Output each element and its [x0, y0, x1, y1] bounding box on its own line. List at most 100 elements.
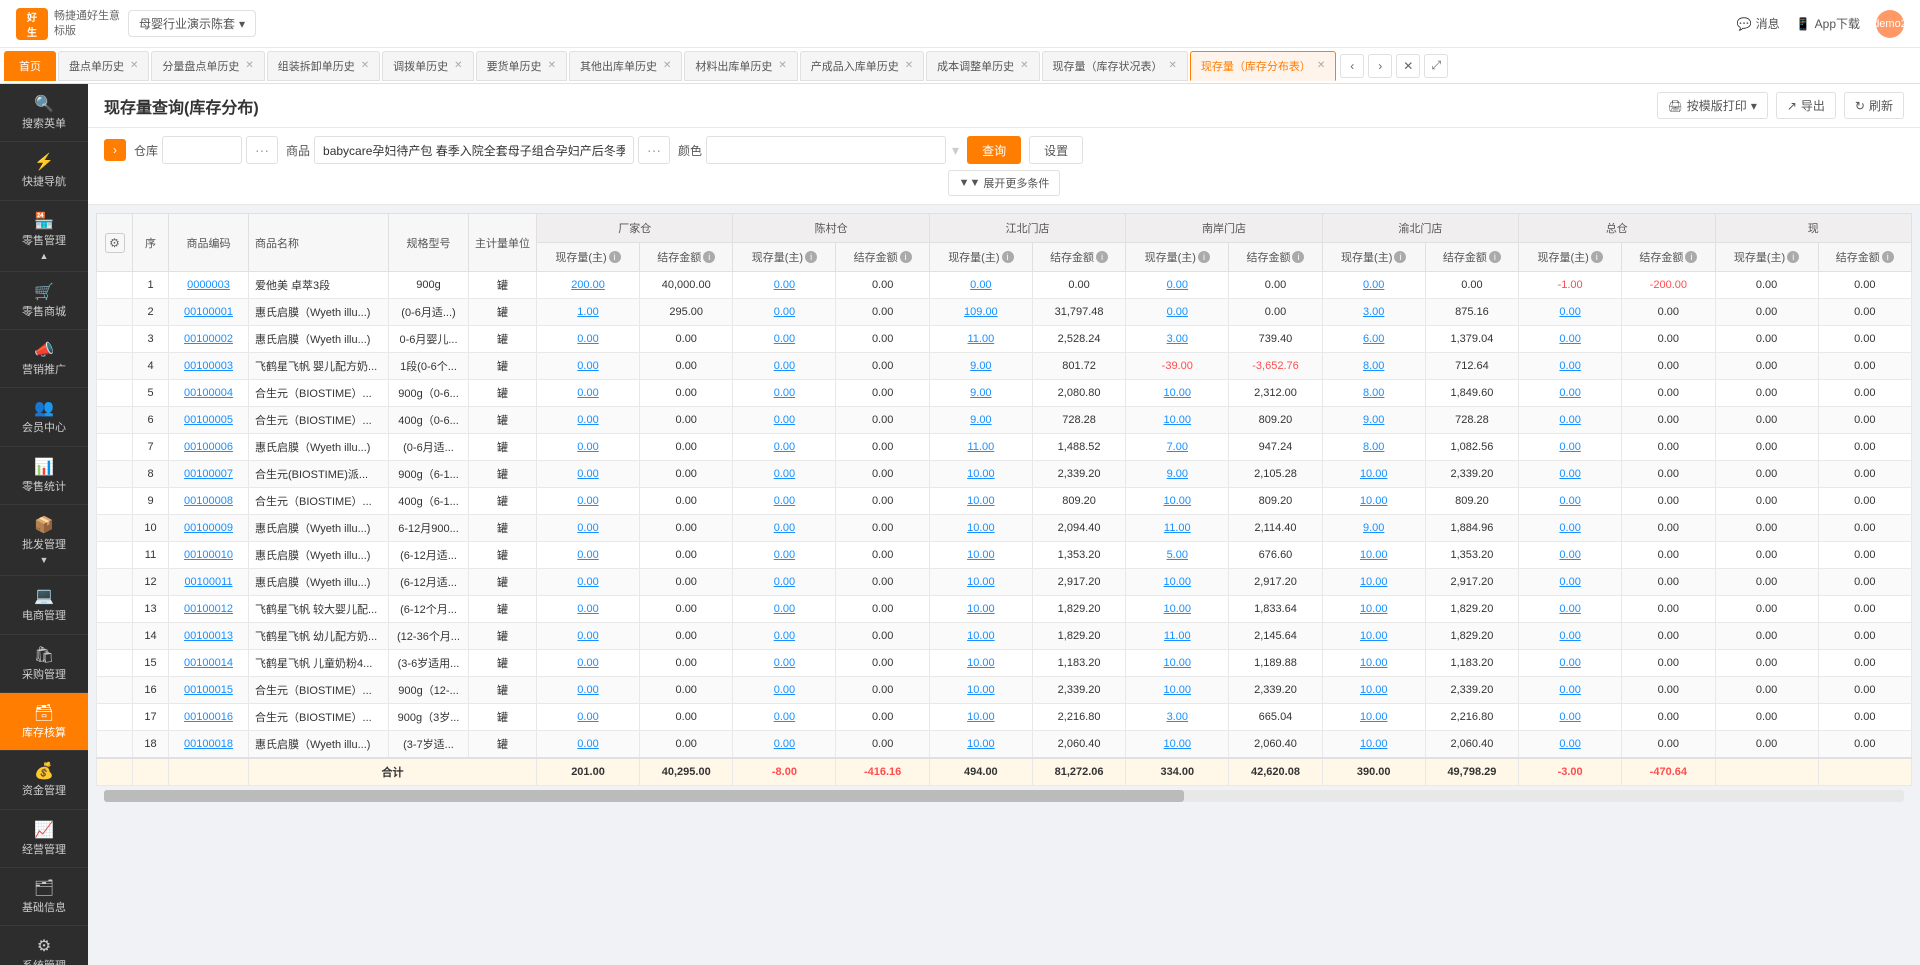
tab-product-in[interactable]: 产成品入库单历史 ✕: [800, 51, 924, 81]
table-row: 200100001惠氏启膜（Wyeth illu...)(0-6月适...)罐1…: [97, 299, 1912, 326]
tab-close-stock-status[interactable]: ✕: [1169, 60, 1177, 71]
tab-close-other-out[interactable]: ✕: [663, 60, 671, 71]
warehouse-ellipsis-btn[interactable]: ···: [246, 136, 278, 164]
current-amt-info-icon[interactable]: i: [1882, 251, 1894, 263]
sidebar-item-stats[interactable]: 📊 零售统计: [0, 447, 88, 505]
print-btn[interactable]: 🖨 按模版打印 ▾: [1657, 92, 1768, 119]
factory-qty-header: 现存量(主)i: [537, 243, 640, 272]
sidebar-item-system[interactable]: ⚙ 系统管理: [0, 926, 88, 965]
header-row-1: ⚙ 序 商品编码 商品名称 规格型号 主计量单位 厂家仓 陈村仓 江北门店 南岸…: [97, 214, 1912, 243]
tab-assembly[interactable]: 组装拆卸单历史 ✕: [267, 51, 380, 81]
sidebar-item-member[interactable]: 👥 会员中心: [0, 388, 88, 446]
query-btn[interactable]: 查询: [967, 136, 1021, 164]
chevron-icon: ▲: [40, 251, 49, 261]
filter-collapse-btn[interactable]: ›: [104, 139, 126, 161]
chennan-amt-header: 结存金额i: [836, 243, 929, 272]
stock-icon: 🗃: [34, 703, 54, 723]
tab-cost-adjust[interactable]: 成本调整单历史 ✕: [926, 51, 1039, 81]
sidebar-item-base[interactable]: 🗂 基础信息: [0, 868, 88, 926]
sidebar-item-retail-shop[interactable]: 🛒 零售商城: [0, 272, 88, 330]
tab-close-inventory2[interactable]: ✕: [245, 60, 253, 71]
sidebar-item-marketing[interactable]: 📣 营销推广: [0, 330, 88, 388]
factory-amt-info-icon[interactable]: i: [703, 251, 715, 263]
tab-prev-btn[interactable]: ‹: [1340, 54, 1364, 78]
tab-material-out[interactable]: 材料出库单历史 ✕: [684, 51, 797, 81]
goods-ellipsis-btn[interactable]: ···: [638, 136, 670, 164]
sidebar-item-ops[interactable]: 📈 经营管理: [0, 810, 88, 868]
sidebar-item-ecommerce[interactable]: 💻 电商管理: [0, 576, 88, 634]
goods-input[interactable]: [314, 136, 634, 164]
sidebar-item-search[interactable]: 🔍 搜索英单: [0, 84, 88, 142]
nanan-amt-info-icon[interactable]: i: [1292, 251, 1304, 263]
ops-icon: 📈: [34, 820, 54, 840]
message-action[interactable]: 💬 消息: [1737, 15, 1780, 32]
lightning-icon: ⚡: [34, 152, 54, 172]
expand-icon: ▼▼: [959, 177, 981, 189]
tab-close-all-btn[interactable]: ✕: [1396, 54, 1420, 78]
export-btn[interactable]: ↗ 导出: [1776, 92, 1836, 119]
chennan-amt-info-icon[interactable]: i: [900, 251, 912, 263]
sidebar-item-purchase[interactable]: 🛍 采购管理: [0, 635, 88, 693]
current-qty-header: 现存量(主)i: [1715, 243, 1818, 272]
top-bar-left: 好生 畅捷通好生意 标版 母婴行业演示陈套 ▾: [16, 8, 256, 40]
factory-qty-info-icon[interactable]: i: [609, 251, 621, 263]
total-amt-info-icon[interactable]: i: [1685, 251, 1697, 263]
table-container[interactable]: ⚙ 序 商品编码 商品名称 规格型号 主计量单位 厂家仓 陈村仓 江北门店 南岸…: [88, 205, 1920, 965]
settings-icon[interactable]: ⚙: [105, 233, 125, 253]
refresh-btn[interactable]: ↻ 刷新: [1844, 92, 1904, 119]
tab-close-purchase[interactable]: ✕: [548, 60, 556, 71]
page-header: 现存量查询(库存分布) 🖨 按模版打印 ▾ ↗ 导出 ↻ 刷新: [88, 84, 1920, 128]
jiangbei-qty-info-icon[interactable]: i: [1002, 251, 1014, 263]
tab-close-product-in[interactable]: ✕: [905, 60, 913, 71]
tab-close-transfer[interactable]: ✕: [454, 60, 462, 71]
col-chennan-header: 陈村仓: [733, 214, 929, 243]
yubeimen-qty-info-icon[interactable]: i: [1394, 251, 1406, 263]
col-unit-header: 主计量单位: [469, 214, 537, 272]
tab-transfer[interactable]: 调拨单历史 ✕: [382, 51, 473, 81]
color-input[interactable]: [706, 136, 946, 164]
jiangbei-amt-info-icon[interactable]: i: [1096, 251, 1108, 263]
app-download-action[interactable]: 📱 App下载: [1796, 15, 1860, 32]
avatar: demo2: [1876, 10, 1904, 38]
tab-stock-status[interactable]: 现存量（库存状况表） ✕: [1042, 51, 1188, 81]
tab-next-btn[interactable]: ›: [1368, 54, 1392, 78]
color-dropdown-icon: ▾: [952, 142, 959, 159]
expand-conditions-btn[interactable]: ▼▼ 展开更多条件: [948, 170, 1061, 196]
settings-btn[interactable]: 设置: [1029, 136, 1083, 164]
tab-close-stock-dist[interactable]: ✕: [1317, 60, 1325, 71]
sidebar-item-wholesale[interactable]: 📦 批发管理 ▼: [0, 505, 88, 576]
sidebar: 🔍 搜索英单 ⚡ 快捷导航 🏪 零售管理 ▲ 🛒 零售商城 📣 营销推广 👥 会…: [0, 84, 88, 965]
tab-inventory2[interactable]: 分量盘点单历史 ✕: [151, 51, 264, 81]
tab-purchase[interactable]: 要货单历史 ✕: [476, 51, 567, 81]
user-action[interactable]: demo2: [1876, 10, 1904, 38]
total-amt-header: 结存金额i: [1622, 243, 1715, 272]
data-table: ⚙ 序 商品编码 商品名称 规格型号 主计量单位 厂家仓 陈村仓 江北门店 南岸…: [96, 213, 1912, 786]
message-icon: 💬: [1737, 17, 1752, 31]
nanan-qty-info-icon[interactable]: i: [1198, 251, 1210, 263]
tab-close-material-out[interactable]: ✕: [778, 60, 786, 71]
tab-expand-btn[interactable]: ⤢: [1424, 54, 1448, 78]
sidebar-item-retail[interactable]: 🏪 零售管理 ▲: [0, 201, 88, 272]
tab-inventory[interactable]: 盘点单历史 ✕: [58, 51, 149, 81]
sidebar-item-finance[interactable]: 💰 资金管理: [0, 751, 88, 809]
chennan-qty-info-icon[interactable]: i: [805, 251, 817, 263]
logo-icon: 好生: [16, 8, 48, 40]
sidebar-item-nav[interactable]: ⚡ 快捷导航: [0, 142, 88, 200]
tab-home[interactable]: 首页: [4, 51, 56, 81]
color-label: 颜色: [678, 142, 702, 159]
industry-selector[interactable]: 母婴行业演示陈套 ▾: [128, 10, 256, 37]
yubeimen-amt-info-icon[interactable]: i: [1489, 251, 1501, 263]
tab-close-inventory[interactable]: ✕: [130, 60, 138, 71]
current-qty-info-icon[interactable]: i: [1787, 251, 1799, 263]
sidebar-item-stock[interactable]: 🗃 库存核算: [0, 693, 88, 751]
col-current-header: 现: [1715, 214, 1911, 243]
total-qty-info-icon[interactable]: i: [1591, 251, 1603, 263]
tab-close-cost-adjust[interactable]: ✕: [1020, 60, 1028, 71]
tab-close-assembly[interactable]: ✕: [361, 60, 369, 71]
warehouse-input[interactable]: [162, 136, 242, 164]
col-spec-header: 规格型号: [389, 214, 469, 272]
tab-other-out[interactable]: 其他出库单历史 ✕: [569, 51, 682, 81]
tab-stock-dist[interactable]: 现存量（库存分布表） ✕: [1190, 51, 1336, 81]
scrollbar-thumb[interactable]: [104, 790, 1184, 802]
horizontal-scrollbar[interactable]: [104, 790, 1904, 802]
